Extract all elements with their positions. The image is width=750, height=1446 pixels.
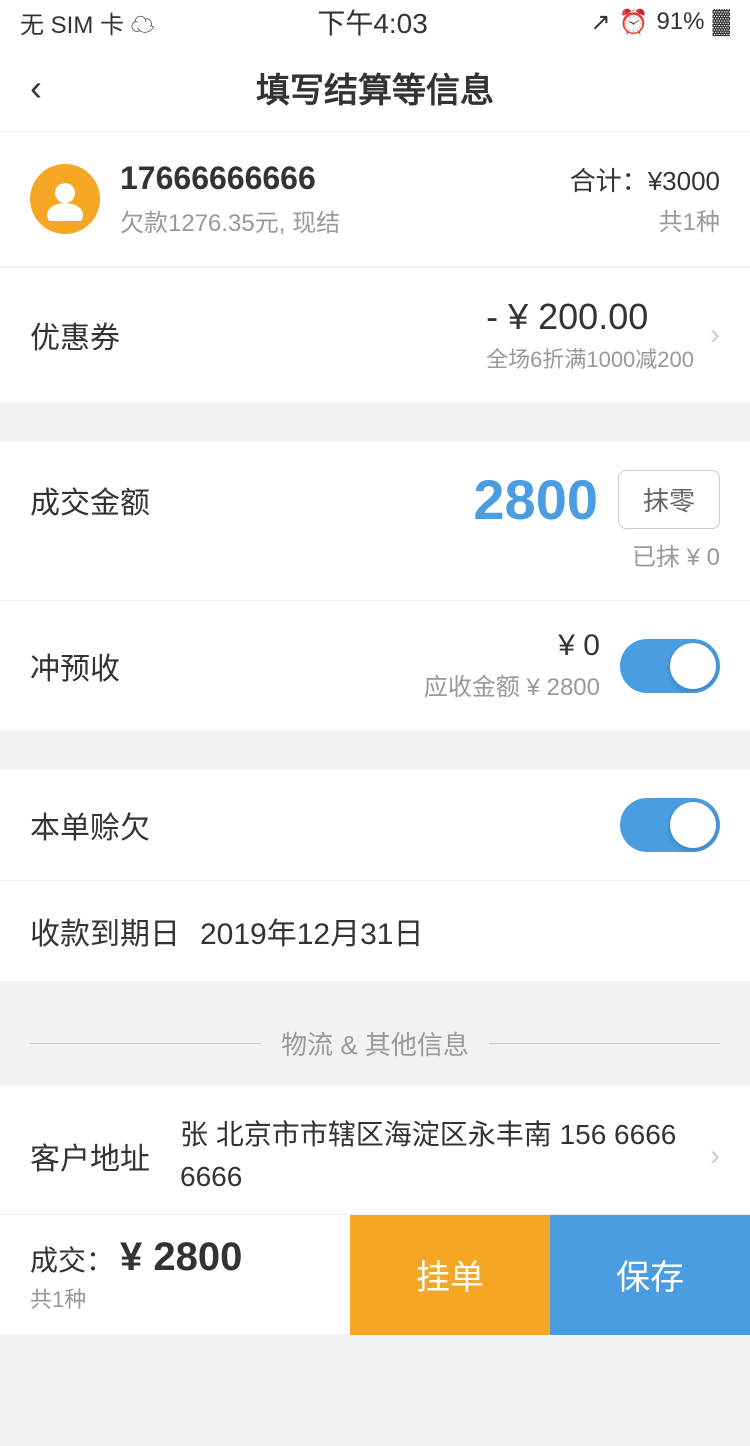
address-card: 客户地址 张 北京市市辖区海淀区永丰南 156 6666 6666 › xyxy=(0,1086,750,1226)
amount-right: 2800 抹零 xyxy=(473,470,720,529)
user-phone: 17666666666 xyxy=(120,160,340,197)
user-details: 17666666666 欠款1276.35元, 现结 xyxy=(120,160,340,238)
writeoff-toggle[interactable] xyxy=(620,798,720,852)
total-count: 共1种 xyxy=(570,202,720,237)
section-divider-2 xyxy=(0,750,750,770)
coupon-amount: - ¥ 200.00 xyxy=(486,296,694,338)
page-title: 填写结算等信息 xyxy=(90,63,660,112)
duedate-value: 2019年12月31日 xyxy=(200,909,423,953)
prereceive-values: ¥ 0 应收金额 ¥ 2800 xyxy=(424,629,600,702)
bottom-summary: 成交： ¥ 2800 共1种 xyxy=(0,1235,350,1314)
duedate-label: 收款到期日 xyxy=(30,909,180,953)
section-header-line-left xyxy=(30,1043,261,1044)
prereceive-right: ¥ 0 应收金额 ¥ 2800 xyxy=(424,629,720,702)
round-button[interactable]: 抹零 xyxy=(618,470,720,529)
section-header-line-right xyxy=(489,1043,720,1044)
writeoff-toggle-knob xyxy=(670,802,716,848)
duedate-row: 收款到期日 2019年12月31日 xyxy=(0,880,750,981)
writeoff-card: 本单赊欠 收款到期日 2019年12月31日 xyxy=(0,770,750,981)
amount-sub: 已抹 ¥ 0 xyxy=(30,537,720,572)
battery-icon: ▓ xyxy=(713,8,731,36)
address-content: 张 北京市市辖区海淀区永丰南 156 6666 6666 xyxy=(180,1114,710,1198)
prereceive-amount: ¥ 0 xyxy=(424,629,600,663)
chevron-right-icon: › xyxy=(710,318,720,352)
user-right: 合计：¥3000 共1种 xyxy=(570,161,720,237)
bottom-summary-count: 共1种 xyxy=(30,1282,320,1314)
section-header-text: 物流 & 其他信息 xyxy=(281,1025,469,1062)
prereceive-label: 冲预收 xyxy=(30,644,120,688)
coupon-values: - ¥ 200.00 全场6折满1000减200 xyxy=(486,296,694,374)
battery-text: 91% xyxy=(656,8,704,36)
user-debt: 欠款1276.35元, 现结 xyxy=(120,203,340,238)
location-icon: ↗ xyxy=(590,8,610,37)
prereceive-toggle-knob xyxy=(670,643,716,689)
address-row[interactable]: 客户地址 张 北京市市辖区海淀区永丰南 156 6666 6666 › xyxy=(0,1086,750,1226)
coupon-row[interactable]: 优惠券 - ¥ 200.00 全场6折满1000减200 › xyxy=(0,267,750,402)
coupon-right: - ¥ 200.00 全场6折满1000减200 › xyxy=(486,296,720,374)
bottom-summary-row: 成交： ¥ 2800 xyxy=(30,1235,320,1280)
address-label: 客户地址 xyxy=(30,1134,150,1178)
writeoff-row: 本单赊欠 xyxy=(0,770,750,880)
amount-section: 成交金额 2800 抹零 已抹 ¥ 0 xyxy=(0,442,750,600)
status-bar-time: 下午4:03 xyxy=(317,2,428,42)
user-info-row: 17666666666 欠款1276.35元, 现结 合计：¥3000 共1种 xyxy=(0,132,750,267)
address-chevron-icon: › xyxy=(710,1139,720,1173)
status-bar-left: 无 SIM 卡 ☁ xyxy=(20,5,155,40)
status-bar-right: ↗ ⏰ 91% ▓ xyxy=(590,8,730,37)
prereceive-row: 冲预收 ¥ 0 应收金额 ¥ 2800 xyxy=(0,600,750,730)
bottom-summary-label: 成交： xyxy=(30,1239,114,1279)
prereceive-sub: 应收金额 ¥ 2800 xyxy=(424,667,600,702)
amount-label: 成交金额 xyxy=(30,478,150,522)
coupon-desc: 全场6折满1000减200 xyxy=(486,342,694,374)
nav-bar: ‹ 填写结算等信息 xyxy=(0,44,750,132)
bottom-bar: 成交： ¥ 2800 共1种 挂单 保存 xyxy=(0,1214,750,1334)
total-label: 合计：¥3000 xyxy=(570,161,720,198)
prereceive-toggle[interactable] xyxy=(620,639,720,693)
coupon-label: 优惠券 xyxy=(30,313,120,357)
no-sim-text: 无 SIM 卡 ☁ xyxy=(20,5,155,40)
user-info-card: 17666666666 欠款1276.35元, 现结 合计：¥3000 共1种 … xyxy=(0,132,750,402)
status-bar: 无 SIM 卡 ☁ 下午4:03 ↗ ⏰ 91% ▓ xyxy=(0,0,750,44)
section-divider-1 xyxy=(0,422,750,442)
hold-button[interactable]: 挂单 xyxy=(350,1215,550,1335)
writeoff-label: 本单赊欠 xyxy=(30,803,150,847)
amount-value: 2800 xyxy=(473,472,598,528)
avatar xyxy=(30,164,100,234)
alarm-icon: ⏰ xyxy=(619,8,649,37)
bottom-summary-amount: ¥ 2800 xyxy=(120,1235,242,1280)
amount-row: 成交金额 2800 抹零 xyxy=(30,470,720,529)
back-button[interactable]: ‹ xyxy=(30,67,90,109)
transaction-amount-card: 成交金额 2800 抹零 已抹 ¥ 0 冲预收 ¥ 0 应收金额 ¥ 2800 xyxy=(0,442,750,730)
user-left: 17666666666 欠款1276.35元, 现结 xyxy=(30,160,340,238)
section-header: 物流 & 其他信息 xyxy=(0,1001,750,1086)
save-button[interactable]: 保存 xyxy=(550,1215,750,1335)
